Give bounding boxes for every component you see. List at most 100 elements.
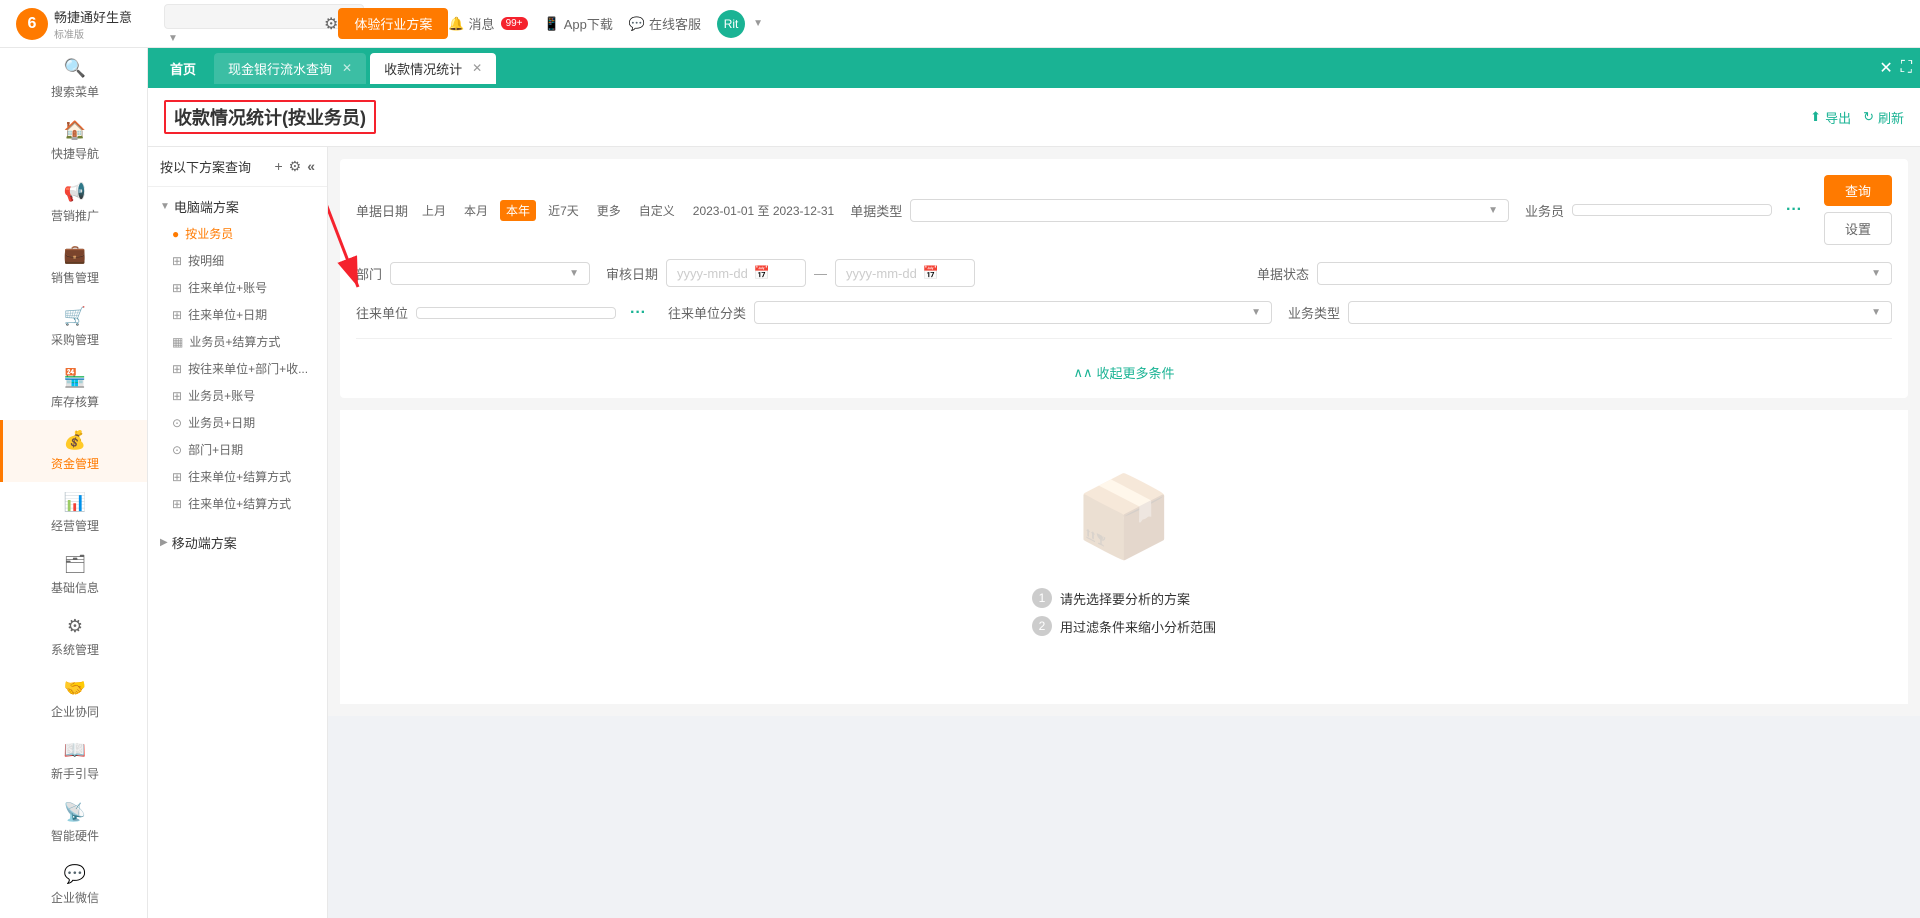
inventory-icon: 🏪 [64, 368, 86, 389]
marketing-icon: 📢 [64, 182, 86, 203]
scheme-add-icon[interactable]: + [274, 158, 282, 175]
sidebar-label-purchase: 采购管理 [51, 331, 99, 348]
scheme-group-desktop-title[interactable]: ▼ 电脑端方案 [148, 193, 327, 220]
date-range: 2023-01-01 至 2023-12-31 [693, 202, 834, 219]
nav-dropdown-arrow[interactable]: ▼ [168, 33, 178, 44]
sidebar-label-quick-nav: 快捷导航 [51, 145, 99, 162]
staff-account-label: 业务员+账号 [188, 387, 255, 404]
unit-type-select[interactable]: ▼ [754, 301, 1272, 324]
sidebar-item-operation[interactable]: 📊 经营管理 [0, 482, 147, 544]
scheme-item-unit-settle1[interactable]: ⊞ 往来单位+结算方式 [148, 463, 327, 490]
tab-bank-flow[interactable]: 现金银行流水查询 ✕ [214, 53, 366, 84]
tab-home[interactable]: 首页 [156, 53, 210, 84]
sidebar-item-system[interactable]: ⚙ 系统管理 [0, 606, 147, 668]
query-button[interactable]: 查询 [1824, 175, 1892, 206]
tab-receipt-stat[interactable]: 收款情况统计 ✕ [370, 53, 496, 84]
app-download-button[interactable]: 📱 App下载 [544, 14, 613, 33]
tab-close-all-icon[interactable]: ✕ [1879, 58, 1892, 78]
scheme-item-staff-settle[interactable]: ▦ 业务员+结算方式 [148, 328, 327, 355]
collapse-button[interactable]: ∧∧ 收起更多条件 [356, 355, 1892, 390]
sidebar-item-marketing[interactable]: 📢 营销推广 [0, 172, 147, 234]
tab-receipt-stat-label: 收款情况统计 [384, 59, 462, 78]
staff-settle-icon: ▦ [172, 335, 183, 349]
sidebar-label-inventory: 库存核算 [51, 393, 99, 410]
messages-button[interactable]: 🔔 消息 99+ [448, 14, 527, 33]
online-service-button[interactable]: 💬 在线客服 [629, 14, 701, 33]
tab-receipt-stat-close[interactable]: ✕ [472, 61, 482, 75]
user-menu[interactable]: Rit ▼ [717, 10, 763, 38]
date-tab-last-month[interactable]: 上月 [416, 200, 452, 221]
date-tab-this-year[interactable]: 本年 [500, 200, 536, 221]
scheme-panel-icons: + ⚙ « [274, 158, 315, 175]
date-tab-7days[interactable]: 近7天 [542, 200, 585, 221]
status-label: 单据状态 [1257, 264, 1309, 283]
sidebar-item-wechat[interactable]: 💬 企业微信 [0, 854, 147, 916]
scheme-group-mobile-title[interactable]: ▶ 移动端方案 [148, 529, 327, 556]
page-header-actions: ⬆ 导出 ↻ 刷新 [1810, 108, 1904, 127]
scheme-item-unit-dept-recv[interactable]: ⊞ 按往来单位+部门+收... [148, 355, 327, 382]
scheme-item-by-detail[interactable]: ⊞ 按明细 [148, 247, 327, 274]
sidebar-label-enterprise: 企业协同 [51, 703, 99, 720]
sidebar-item-search-menu[interactable]: 🔍 搜索菜单 [0, 48, 147, 110]
app-label: App下载 [564, 14, 613, 33]
scheme-item-dept-date[interactable]: ⊙ 部门+日期 [148, 436, 327, 463]
type-select[interactable]: ▼ [910, 199, 1509, 222]
staff-more-dots[interactable]: ··· [1786, 201, 1802, 219]
sidebar-label-finance: 资金管理 [51, 455, 99, 472]
tab-bank-flow-close[interactable]: ✕ [342, 61, 352, 75]
empty-state: 📦 1 请先选择要分析的方案 2 用过滤条件来缩小分析范围 [340, 410, 1908, 704]
by-staff-label: 按业务员 [185, 225, 233, 242]
tab-bar-right: ✕ ⛶ [1879, 58, 1912, 78]
biz-type-cell: 业务类型 ▼ [1288, 301, 1892, 324]
date-tab-this-month[interactable]: 本月 [458, 200, 494, 221]
sidebar-item-smart-hw[interactable]: 📡 智能硬件 [0, 792, 147, 854]
scheme-item-unit-settle2[interactable]: ⊞ 往来单位+结算方式 [148, 490, 327, 517]
tab-expand-icon[interactable]: ⛶ [1901, 59, 1912, 77]
sidebar-item-quick-nav[interactable]: 🏠 快捷导航 [0, 110, 147, 172]
purchase-icon: 🛒 [64, 306, 86, 327]
scheme-item-unit-account[interactable]: ⊞ 往来单位+账号 [148, 274, 327, 301]
sidebar-item-guide[interactable]: 📖 新手引导 [0, 730, 147, 792]
dept-date-label: 部门+日期 [188, 441, 243, 458]
scheme-item-by-staff[interactable]: ● 按业务员 [148, 220, 327, 247]
unit-filter-cell: 往来单位 ··· [356, 303, 652, 322]
sidebar-item-purchase[interactable]: 🛒 采购管理 [0, 296, 147, 358]
date-tab-custom[interactable]: 自定义 [633, 200, 681, 221]
sidebar-item-inventory[interactable]: 🏪 库存核算 [0, 358, 147, 420]
scheme-settings-icon[interactable]: ⚙ [289, 158, 302, 175]
sidebar-item-basic-info[interactable]: 🗂 基础信息 [0, 544, 147, 606]
unit-type-label: 往来单位分类 [668, 303, 746, 322]
export-button[interactable]: ⬆ 导出 [1810, 108, 1851, 127]
scheme-item-unit-date[interactable]: ⊞ 往来单位+日期 [148, 301, 327, 328]
unit-more-dots[interactable]: ··· [630, 304, 646, 322]
unit-settle2-icon: ⊞ [172, 497, 182, 511]
settings-icon[interactable]: ⚙ [324, 14, 338, 34]
review-end-input[interactable]: yyyy-mm-dd 📅 [835, 259, 975, 287]
scheme-item-staff-account[interactable]: ⊞ 业务员+账号 [148, 382, 327, 409]
right-panel: 单据日期 上月 本月 本年 近7天 更多 自定义 2023-01-01 至 20… [328, 147, 1920, 918]
scheme-item-staff-date[interactable]: ⊙ 业务员+日期 [148, 409, 327, 436]
unit-select[interactable] [416, 307, 616, 319]
review-start-input[interactable]: yyyy-mm-dd 📅 [666, 259, 806, 287]
status-select[interactable]: ▼ [1317, 262, 1892, 285]
sidebar-item-finance[interactable]: 💰 资金管理 [0, 420, 147, 482]
enterprise-icon: 🤝 [64, 678, 86, 699]
biz-type-label: 业务类型 [1288, 303, 1340, 322]
sidebar-label-wechat: 企业微信 [51, 889, 99, 906]
biz-type-select[interactable]: ▼ [1348, 301, 1892, 324]
date-tab-more[interactable]: 更多 [591, 200, 627, 221]
sidebar-item-sales[interactable]: 💼 销售管理 [0, 234, 147, 296]
scheme-collapse-icon[interactable]: « [307, 158, 315, 175]
tip-num-2: 2 [1032, 616, 1052, 636]
sidebar-item-enterprise[interactable]: 🤝 企业协同 [0, 668, 147, 730]
unit-type-cell: 往来单位分类 ▼ [668, 301, 1272, 324]
refresh-button[interactable]: ↻ 刷新 [1863, 108, 1904, 127]
staff-select[interactable] [1572, 204, 1772, 216]
trial-button[interactable]: 体验行业方案 [338, 8, 448, 39]
service-icon: 💬 [629, 16, 645, 32]
set-button[interactable]: 设置 [1824, 212, 1892, 245]
dept-select[interactable]: ▼ [390, 262, 590, 285]
page-header: 收款情况统计(按业务员) ⬆ 导出 ↻ 刷新 [148, 88, 1920, 147]
empty-tip-2: 2 用过滤条件来缩小分析范围 [1032, 616, 1216, 636]
review-end-placeholder: yyyy-mm-dd [846, 266, 917, 281]
